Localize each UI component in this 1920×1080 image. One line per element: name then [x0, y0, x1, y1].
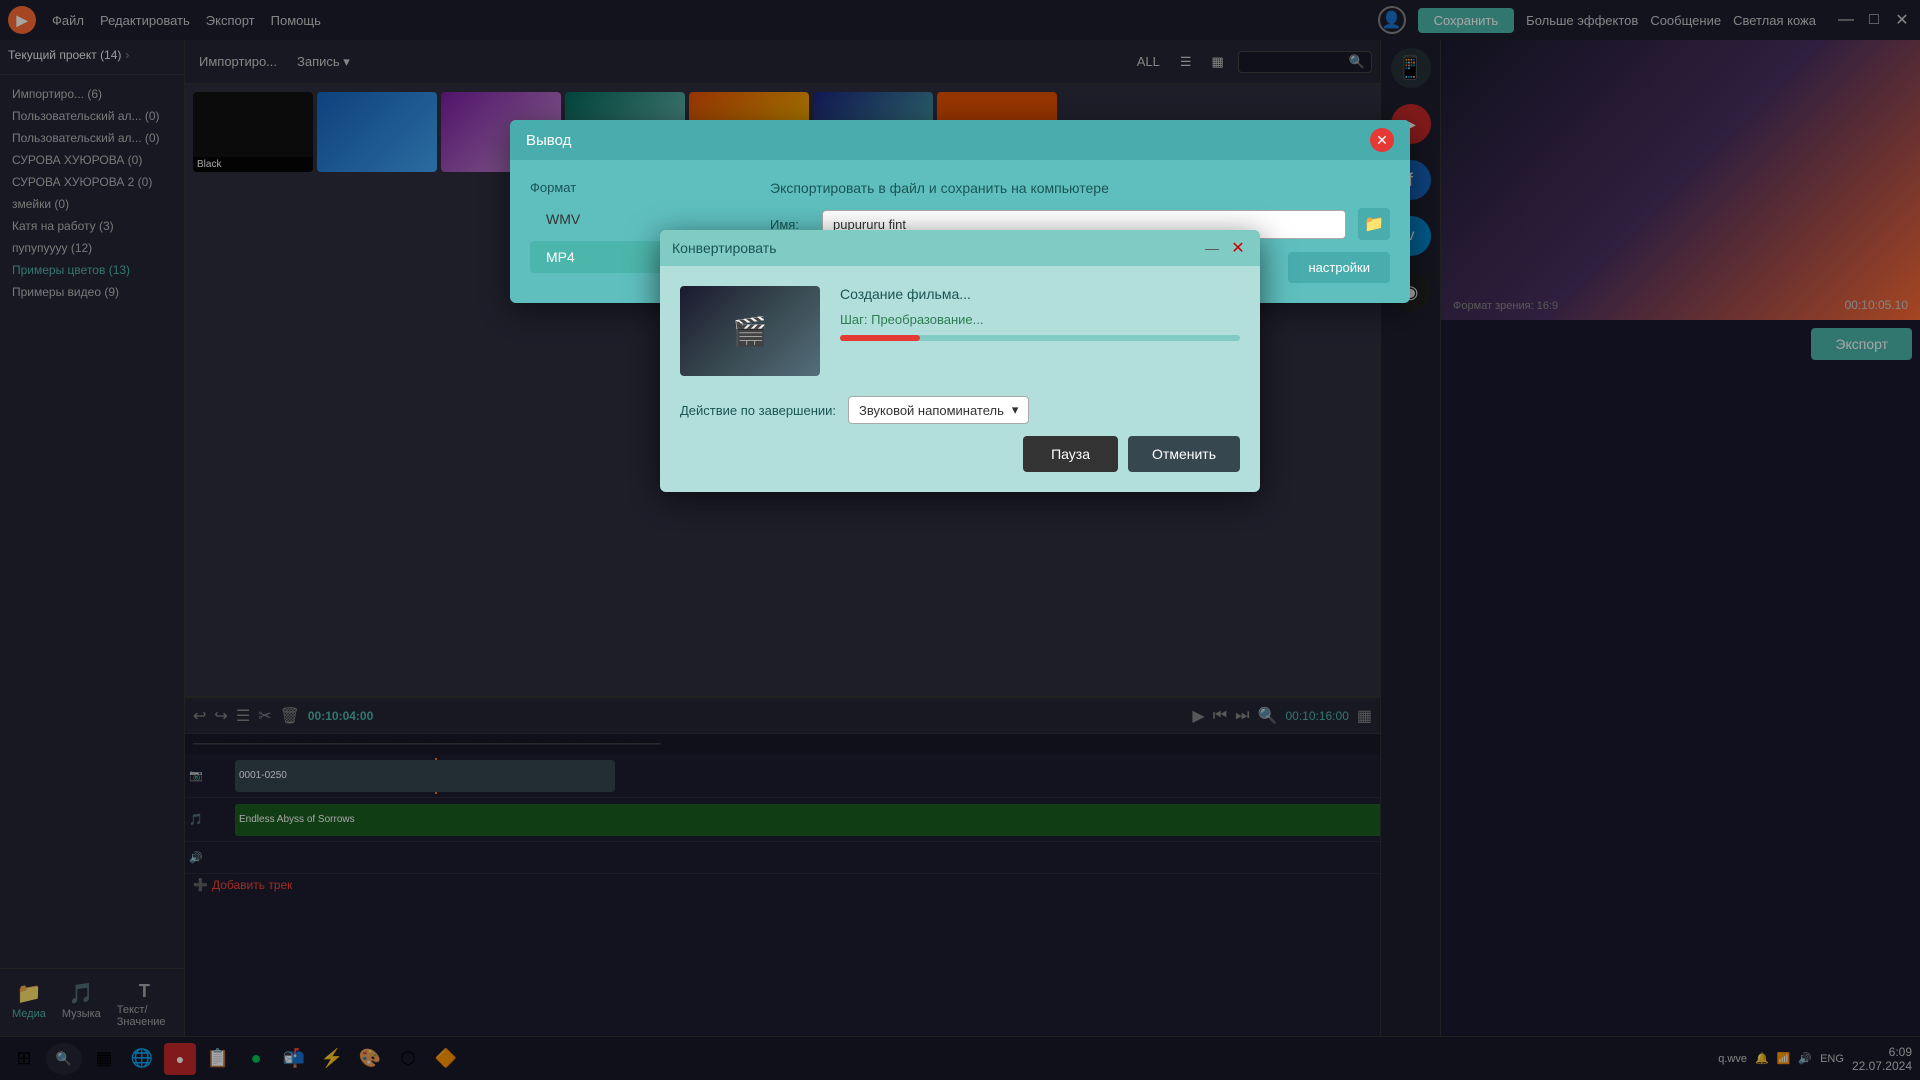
convert-dialog-header: Конвертировать — ✕ — [660, 230, 1260, 266]
convert-title: Конвертировать — [672, 240, 777, 256]
export-right-title: Экспортировать в файл и сохранить на ком… — [770, 180, 1390, 196]
action-label: Действие по завершении: — [680, 403, 836, 418]
action-dropdown[interactable]: Звуковой напоминатель ▾ — [848, 396, 1029, 424]
convert-thumb-image: 🎬 — [680, 286, 820, 376]
dialog-overlay: Вывод ✕ Формат WMV MP4 Экспортировать в … — [0, 0, 1920, 1080]
export-dialog-close-button[interactable]: ✕ — [1370, 128, 1394, 152]
convert-status: Создание фильма... Шаг: Преобразование..… — [840, 286, 1240, 349]
convert-thumbnail: 🎬 — [680, 286, 820, 376]
folder-button[interactable]: 📁 — [1358, 208, 1390, 240]
convert-footer: Пауза Отменить — [680, 424, 1240, 472]
progress-bar-track — [840, 335, 1240, 341]
cancel-button[interactable]: Отменить — [1128, 436, 1240, 472]
convert-close-button[interactable]: ✕ — [1228, 238, 1248, 258]
convert-action-row: Действие по завершении: Звуковой напомин… — [680, 396, 1240, 424]
convert-minimize-button[interactable]: — — [1202, 238, 1222, 258]
convert-dialog-body: 🎬 Создание фильма... Шаг: Преобразование… — [660, 266, 1260, 492]
convert-status-title: Создание фильма... — [840, 286, 1240, 302]
settings-button[interactable]: настройки — [1288, 252, 1390, 283]
export-dialog-header: Вывод ✕ — [510, 120, 1410, 160]
format-label: Формат — [530, 180, 750, 195]
convert-step-label: Шаг: Преобразование... — [840, 312, 1240, 327]
convert-preview-row: 🎬 Создание фильма... Шаг: Преобразование… — [680, 286, 1240, 376]
convert-dialog: Конвертировать — ✕ 🎬 Создание фильма... … — [660, 230, 1260, 492]
pause-button[interactable]: Пауза — [1023, 436, 1118, 472]
progress-bar-fill — [840, 335, 920, 341]
dropdown-chevron-icon: ▾ — [1012, 402, 1019, 418]
export-dialog-title: Вывод — [526, 132, 571, 149]
action-value: Звуковой напоминатель — [859, 403, 1004, 418]
convert-header-buttons: — ✕ — [1202, 238, 1248, 258]
